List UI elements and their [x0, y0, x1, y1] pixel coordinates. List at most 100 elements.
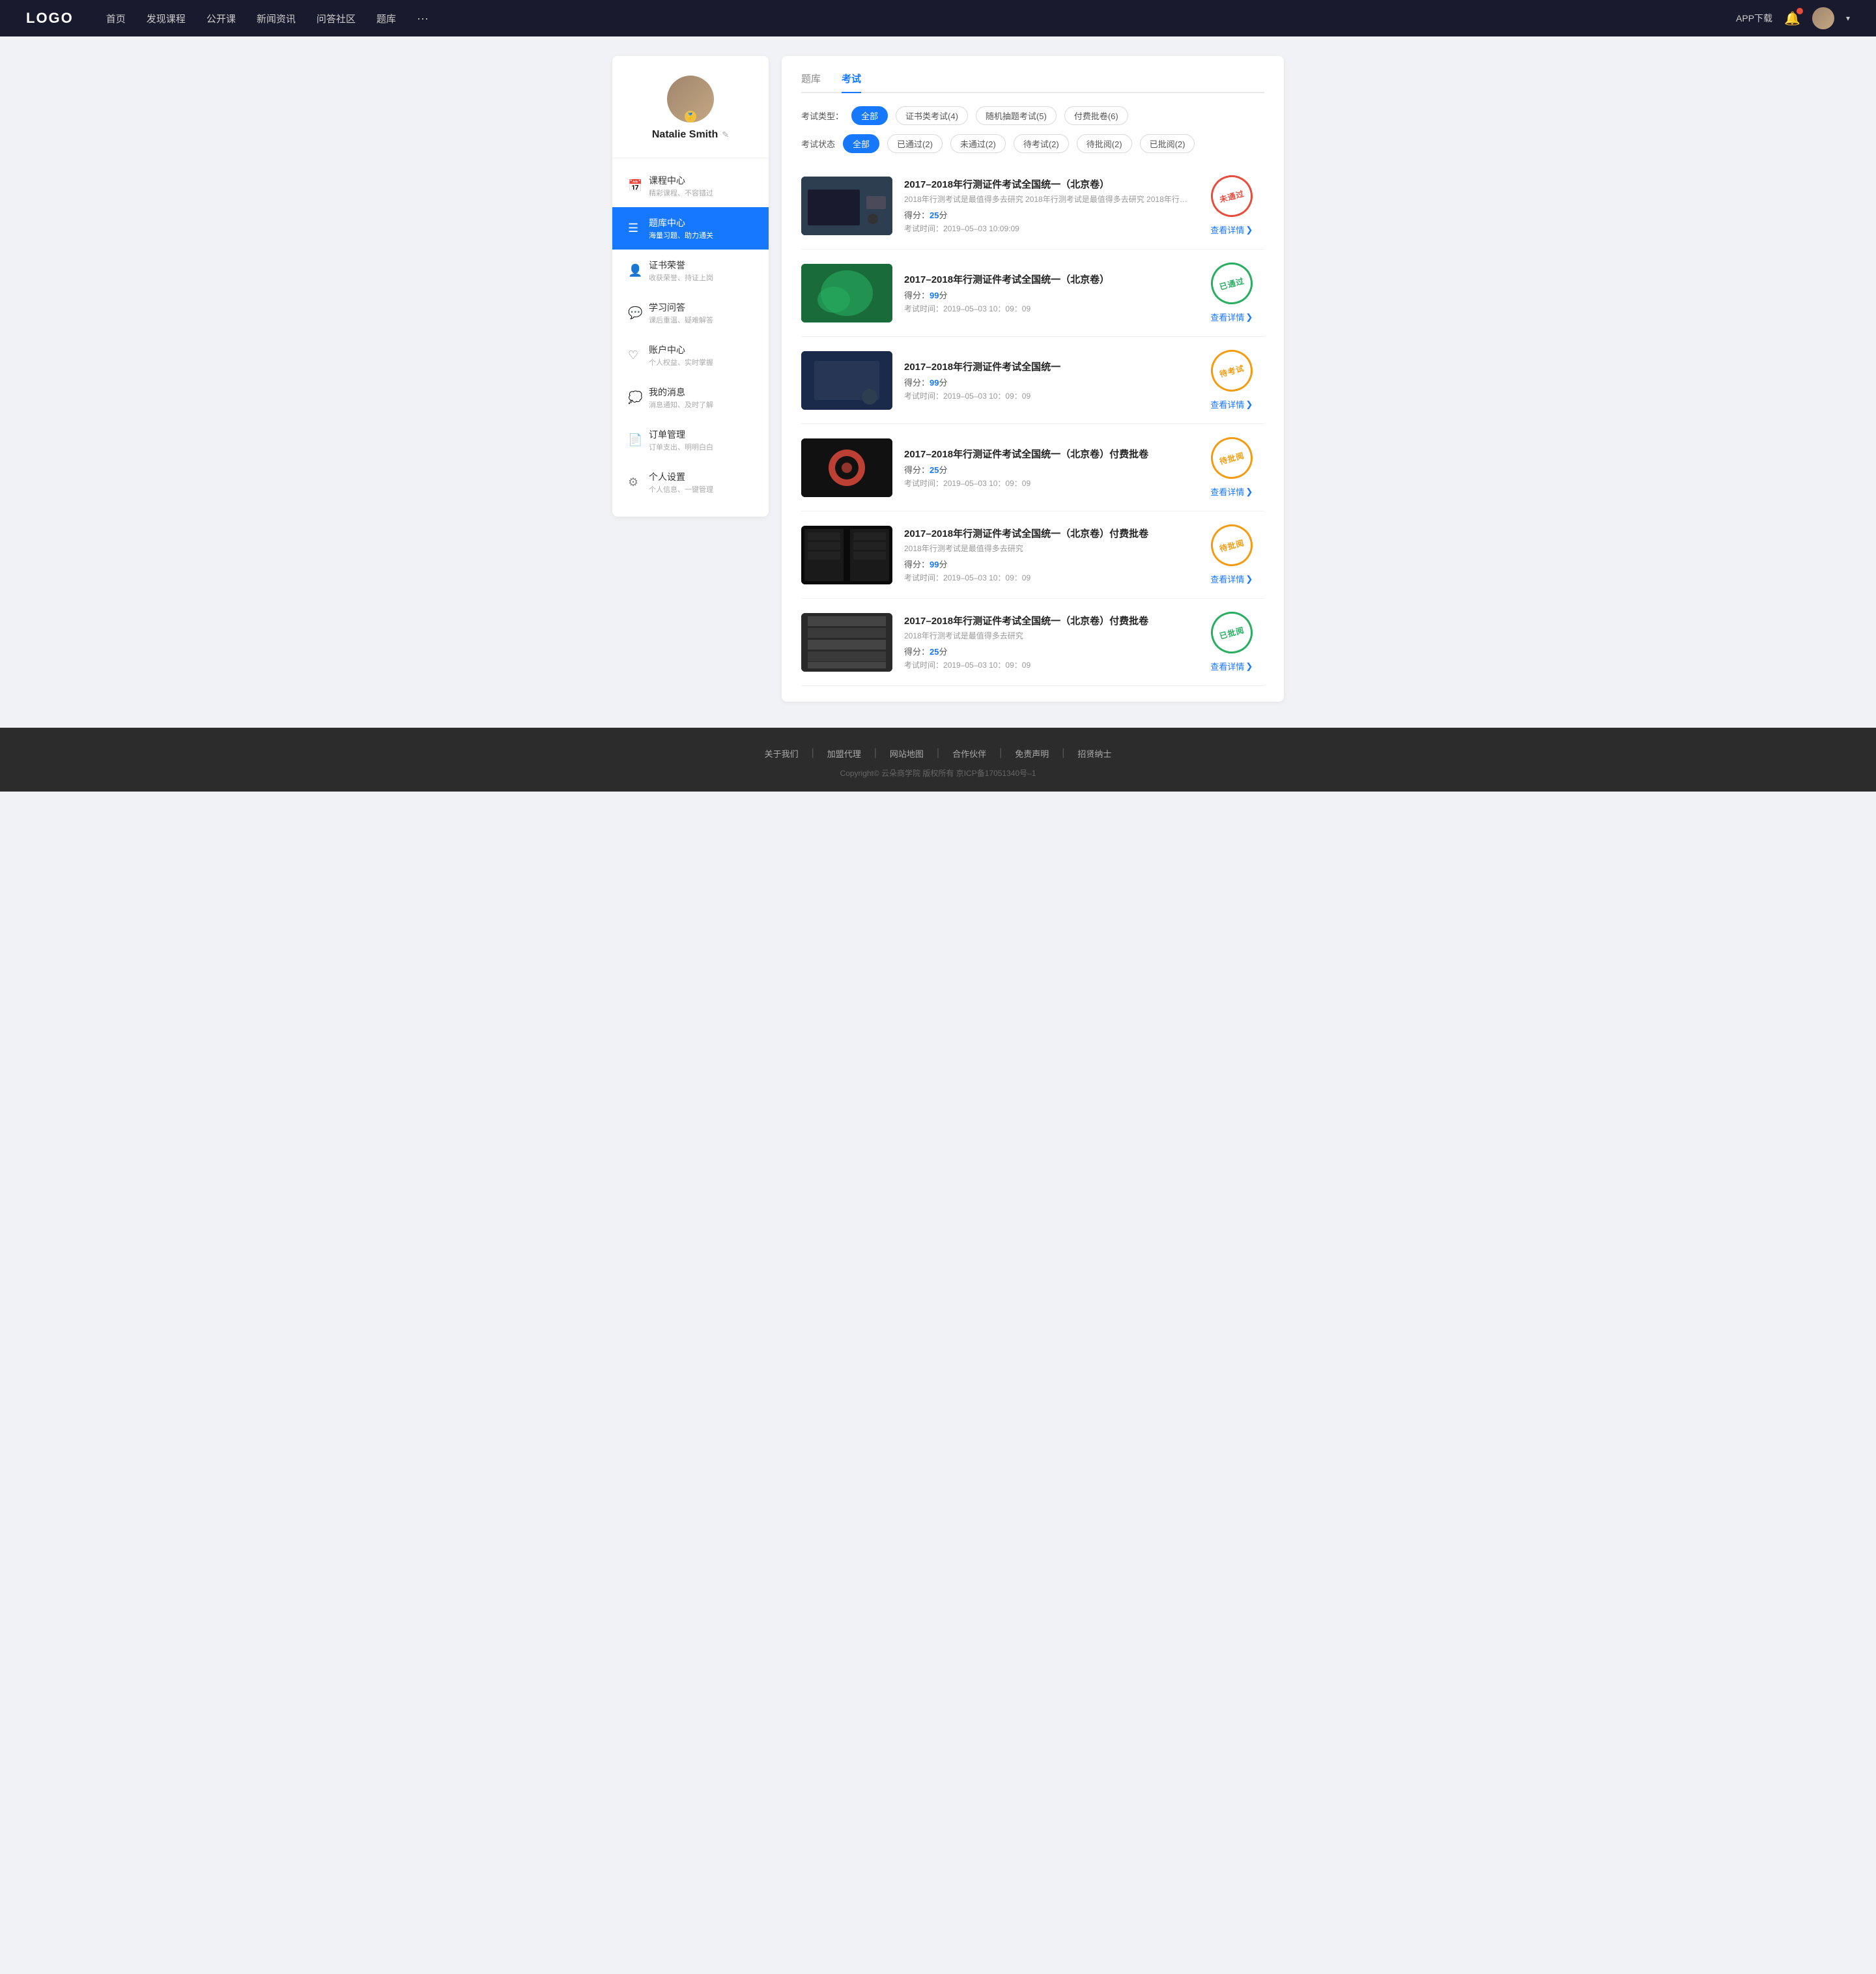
exam-info-3: 2017–2018年行测证件考试全国统一 得分：99分 考试时间：2019–05…: [904, 360, 1187, 401]
sidebar-item-ord-title: 订单管理: [649, 428, 713, 441]
sidebar-item-orders[interactable]: 📄 订单管理 订单支出、明明白白: [612, 419, 769, 461]
exam-info-4: 2017–2018年行测证件考试全国统一（北京卷）付费批卷 得分：25分 考试时…: [904, 447, 1187, 489]
chevron-down-icon[interactable]: ▾: [1846, 14, 1850, 23]
view-detail-btn-3[interactable]: 查看详情 ❯: [1210, 398, 1253, 410]
sidebar-item-acct-sub: 个人权益、实时掌握: [649, 357, 713, 367]
exam-action-2: 已通过 查看详情 ❯: [1199, 263, 1264, 323]
exam-score-1: 得分：25分: [904, 208, 1187, 221]
exam-score-4: 得分：25分: [904, 463, 1187, 476]
exam-score-6: 得分：25分: [904, 645, 1187, 657]
sidebar-item-certificate[interactable]: 👤 证书荣誉 收获荣誉、持证上岗: [612, 250, 769, 292]
nav-app-download[interactable]: APP下载: [1736, 12, 1772, 25]
question-bank-icon: ☰: [628, 222, 649, 235]
exam-thumbnail-5: [801, 526, 892, 584]
sidebar: 🥇 Natalie Smith ✎ 📅 课程中心 精彩课程、不容错过 ☰ 题库中…: [612, 56, 769, 517]
filter-paid-type[interactable]: 付费批卷(6): [1064, 106, 1128, 125]
exam-time-6: 考试时间：2019–05–03 10：09：09: [904, 659, 1187, 670]
sidebar-item-set-sub: 个人信息、一键管理: [649, 484, 713, 494]
footer-link-disclaimer[interactable]: 免责声明: [1015, 747, 1049, 760]
exam-info-1: 2017–2018年行测证件考试全国统一（北京卷） 2018年行测考试是最值得多…: [904, 177, 1187, 234]
sidebar-item-qa[interactable]: 💬 学习问答 课后重温、疑难解答: [612, 292, 769, 334]
view-detail-btn-2[interactable]: 查看详情 ❯: [1210, 311, 1253, 323]
nav-link-open[interactable]: 公开课: [206, 12, 236, 25]
sidebar-item-qa-title: 学习问答: [649, 301, 713, 314]
filter-passed-status[interactable]: 已通过(2): [887, 134, 943, 153]
exam-desc-5: 2018年行测考试是最值得多去研究: [904, 543, 1187, 554]
footer-copyright: Copyright© 云朵商学院 版权所有 京ICP备17051340号–1: [13, 767, 1863, 779]
nav-right: APP下载 🔔 ▾: [1736, 7, 1850, 29]
view-detail-btn-5[interactable]: 查看详情 ❯: [1210, 573, 1253, 585]
filter-cert-type[interactable]: 证书类考试(4): [896, 106, 968, 125]
edit-icon[interactable]: ✎: [722, 130, 729, 140]
exam-score-5: 得分：99分: [904, 558, 1187, 570]
user-name-row: Natalie Smith ✎: [652, 129, 729, 141]
footer-link-partner[interactable]: 合作伙伴: [952, 747, 986, 760]
tab-question-bank[interactable]: 题库: [801, 72, 821, 93]
exam-action-1: 未通过 查看详情 ❯: [1199, 175, 1264, 236]
filter-all-status[interactable]: 全部: [843, 134, 879, 153]
nav-link-news[interactable]: 新闻资讯: [257, 12, 296, 25]
certificate-icon: 👤: [628, 264, 649, 278]
sidebar-item-question-bank[interactable]: ☰ 题库中心 海量习题、助力通关: [612, 207, 769, 250]
main-layout: 🥇 Natalie Smith ✎ 📅 课程中心 精彩课程、不容错过 ☰ 题库中…: [612, 56, 1264, 702]
avatar[interactable]: [1812, 7, 1834, 29]
user-name: Natalie Smith: [652, 129, 718, 141]
exam-time-5: 考试时间：2019–05–03 10：09：09: [904, 572, 1187, 583]
view-detail-btn-1[interactable]: 查看详情 ❯: [1210, 223, 1253, 236]
exam-desc-6: 2018年行测考试是最值得多去研究: [904, 630, 1187, 641]
exam-thumbnail-3: [801, 351, 892, 410]
nav-link-home[interactable]: 首页: [106, 12, 126, 25]
exam-status-filter-row: 考试状态 全部 已通过(2) 未通过(2) 待考试(2) 待批阅(2) 已批阅(…: [801, 134, 1264, 153]
footer-link-agent[interactable]: 加盟代理: [827, 747, 861, 760]
view-detail-btn-4[interactable]: 查看详情 ❯: [1210, 485, 1253, 498]
sidebar-item-settings[interactable]: ⚙ 个人设置 个人信息、一键管理: [612, 461, 769, 504]
footer-links: 关于我们 | 加盟代理 | 网站地图 | 合作伙伴 | 免责声明 | 招贤纳士: [13, 747, 1863, 760]
sidebar-item-cert-sub: 收获荣誉、持证上岗: [649, 272, 713, 283]
filter-reviewed-status[interactable]: 已批阅(2): [1140, 134, 1195, 153]
view-detail-btn-6[interactable]: 查看详情 ❯: [1210, 660, 1253, 672]
footer-link-careers[interactable]: 招贤纳士: [1077, 747, 1111, 760]
tab-exam[interactable]: 考试: [842, 72, 861, 93]
sidebar-item-course-title: 课程中心: [649, 174, 713, 187]
exam-time-4: 考试时间：2019–05–03 10：09：09: [904, 478, 1187, 489]
exam-title-4: 2017–2018年行测证件考试全国统一（北京卷）付费批卷: [904, 447, 1187, 461]
sidebar-item-qb-title: 题库中心: [649, 216, 713, 229]
nav-link-qa[interactable]: 问答社区: [317, 12, 356, 25]
filter-pending-status[interactable]: 待考试(2): [1014, 134, 1069, 153]
user-avatar: 🥇: [667, 76, 714, 122]
nav-link-discover[interactable]: 发现课程: [147, 12, 186, 25]
exam-info-6: 2017–2018年行测证件考试全国统一（北京卷）付费批卷 2018年行测考试是…: [904, 614, 1187, 670]
filter-random-type[interactable]: 随机抽题考试(5): [976, 106, 1057, 125]
messages-icon: 💭: [628, 391, 649, 405]
settings-icon: ⚙: [628, 476, 649, 489]
filter-failed-status[interactable]: 未通过(2): [950, 134, 1006, 153]
logo: LOGO: [26, 10, 74, 27]
filter-all-type[interactable]: 全部: [851, 106, 888, 125]
sidebar-item-cert-title: 证书荣誉: [649, 259, 713, 272]
footer: 关于我们 | 加盟代理 | 网站地图 | 合作伙伴 | 免责声明 | 招贤纳士 …: [0, 728, 1876, 792]
sidebar-item-messages[interactable]: 💭 我的消息 消息通知、及时了解: [612, 377, 769, 419]
sidebar-item-course[interactable]: 📅 课程中心 精彩课程、不容错过: [612, 165, 769, 207]
status-badge-4: 待批阅: [1206, 433, 1257, 483]
sidebar-item-ord-sub: 订单支出、明明白白: [649, 442, 713, 452]
exam-title-1: 2017–2018年行测证件考试全国统一（北京卷）: [904, 177, 1187, 191]
nav-link-bank[interactable]: 题库: [377, 12, 396, 25]
exam-action-4: 待批阅 查看详情 ❯: [1199, 437, 1264, 498]
content-panel: 题库 考试 考试类型： 全部 证书类考试(4) 随机抽题考试(5) 付费批卷(6…: [782, 56, 1284, 702]
exam-title-6: 2017–2018年行测证件考试全国统一（北京卷）付费批卷: [904, 614, 1187, 627]
sidebar-item-msg-title: 我的消息: [649, 386, 713, 399]
table-row: 2017–2018年行测证件考试全国统一（北京卷）付费批卷 2018年行测考试是…: [801, 511, 1264, 599]
filter-review-status[interactable]: 待批阅(2): [1077, 134, 1132, 153]
exam-title-2: 2017–2018年行测证件考试全国统一（北京卷）: [904, 272, 1187, 286]
sidebar-item-account[interactable]: ♡ 账户中心 个人权益、实时掌握: [612, 334, 769, 377]
exam-thumbnail-6: [801, 613, 892, 672]
exam-title-5: 2017–2018年行测证件考试全国统一（北京卷）付费批卷: [904, 526, 1187, 540]
exam-score-2: 得分：99分: [904, 289, 1187, 301]
sidebar-item-qa-sub: 课后重温、疑难解答: [649, 315, 713, 325]
footer-link-sitemap[interactable]: 网站地图: [890, 747, 924, 760]
notification-bell[interactable]: 🔔: [1784, 10, 1800, 27]
status-badge-1: 未通过: [1206, 171, 1257, 222]
exam-type-label: 考试类型：: [801, 109, 844, 122]
footer-link-about[interactable]: 关于我们: [765, 747, 799, 760]
nav-more-icon[interactable]: ···: [417, 12, 429, 25]
